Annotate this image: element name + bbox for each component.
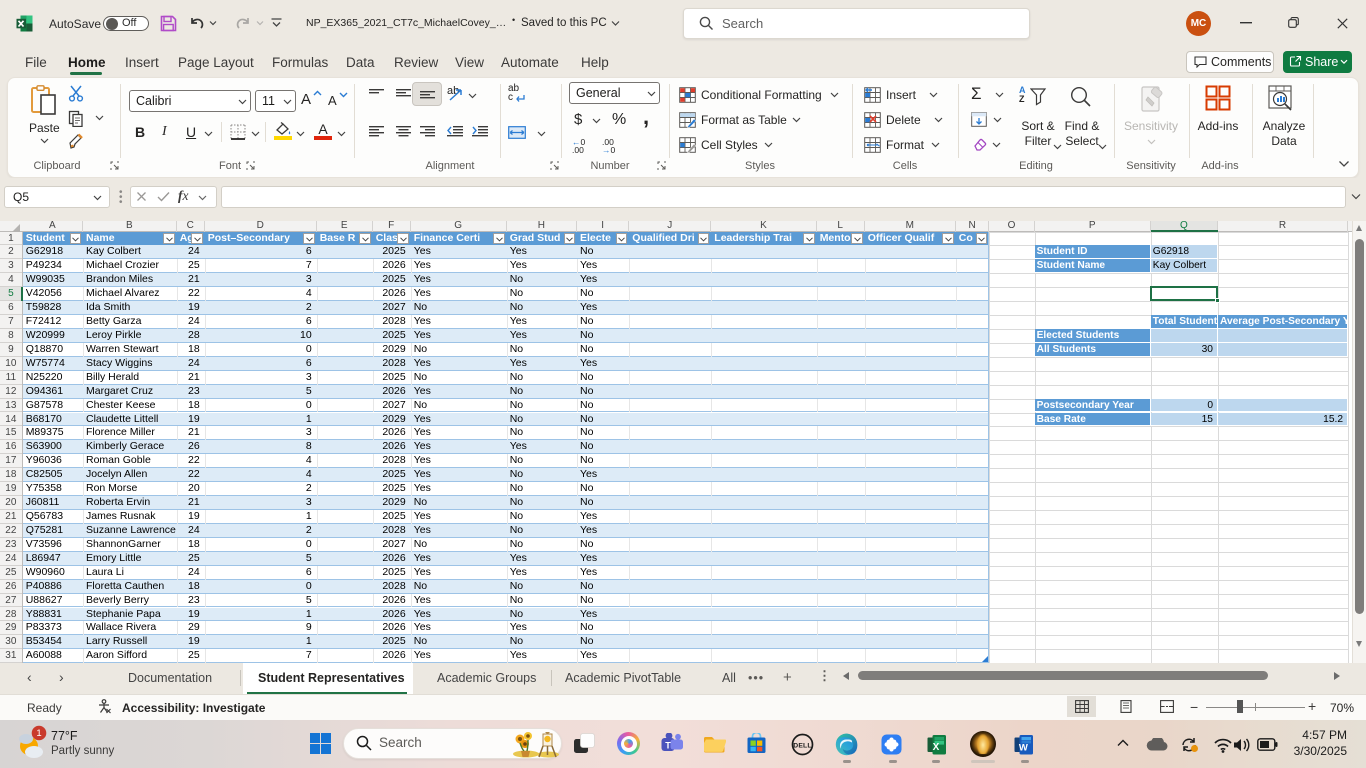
svg-text:X: X — [933, 742, 940, 753]
svg-text:1: 1 — [36, 728, 41, 739]
svg-text:W: W — [1019, 743, 1028, 754]
svg-text:DELL: DELL — [793, 742, 812, 749]
svg-text:T: T — [665, 741, 671, 751]
